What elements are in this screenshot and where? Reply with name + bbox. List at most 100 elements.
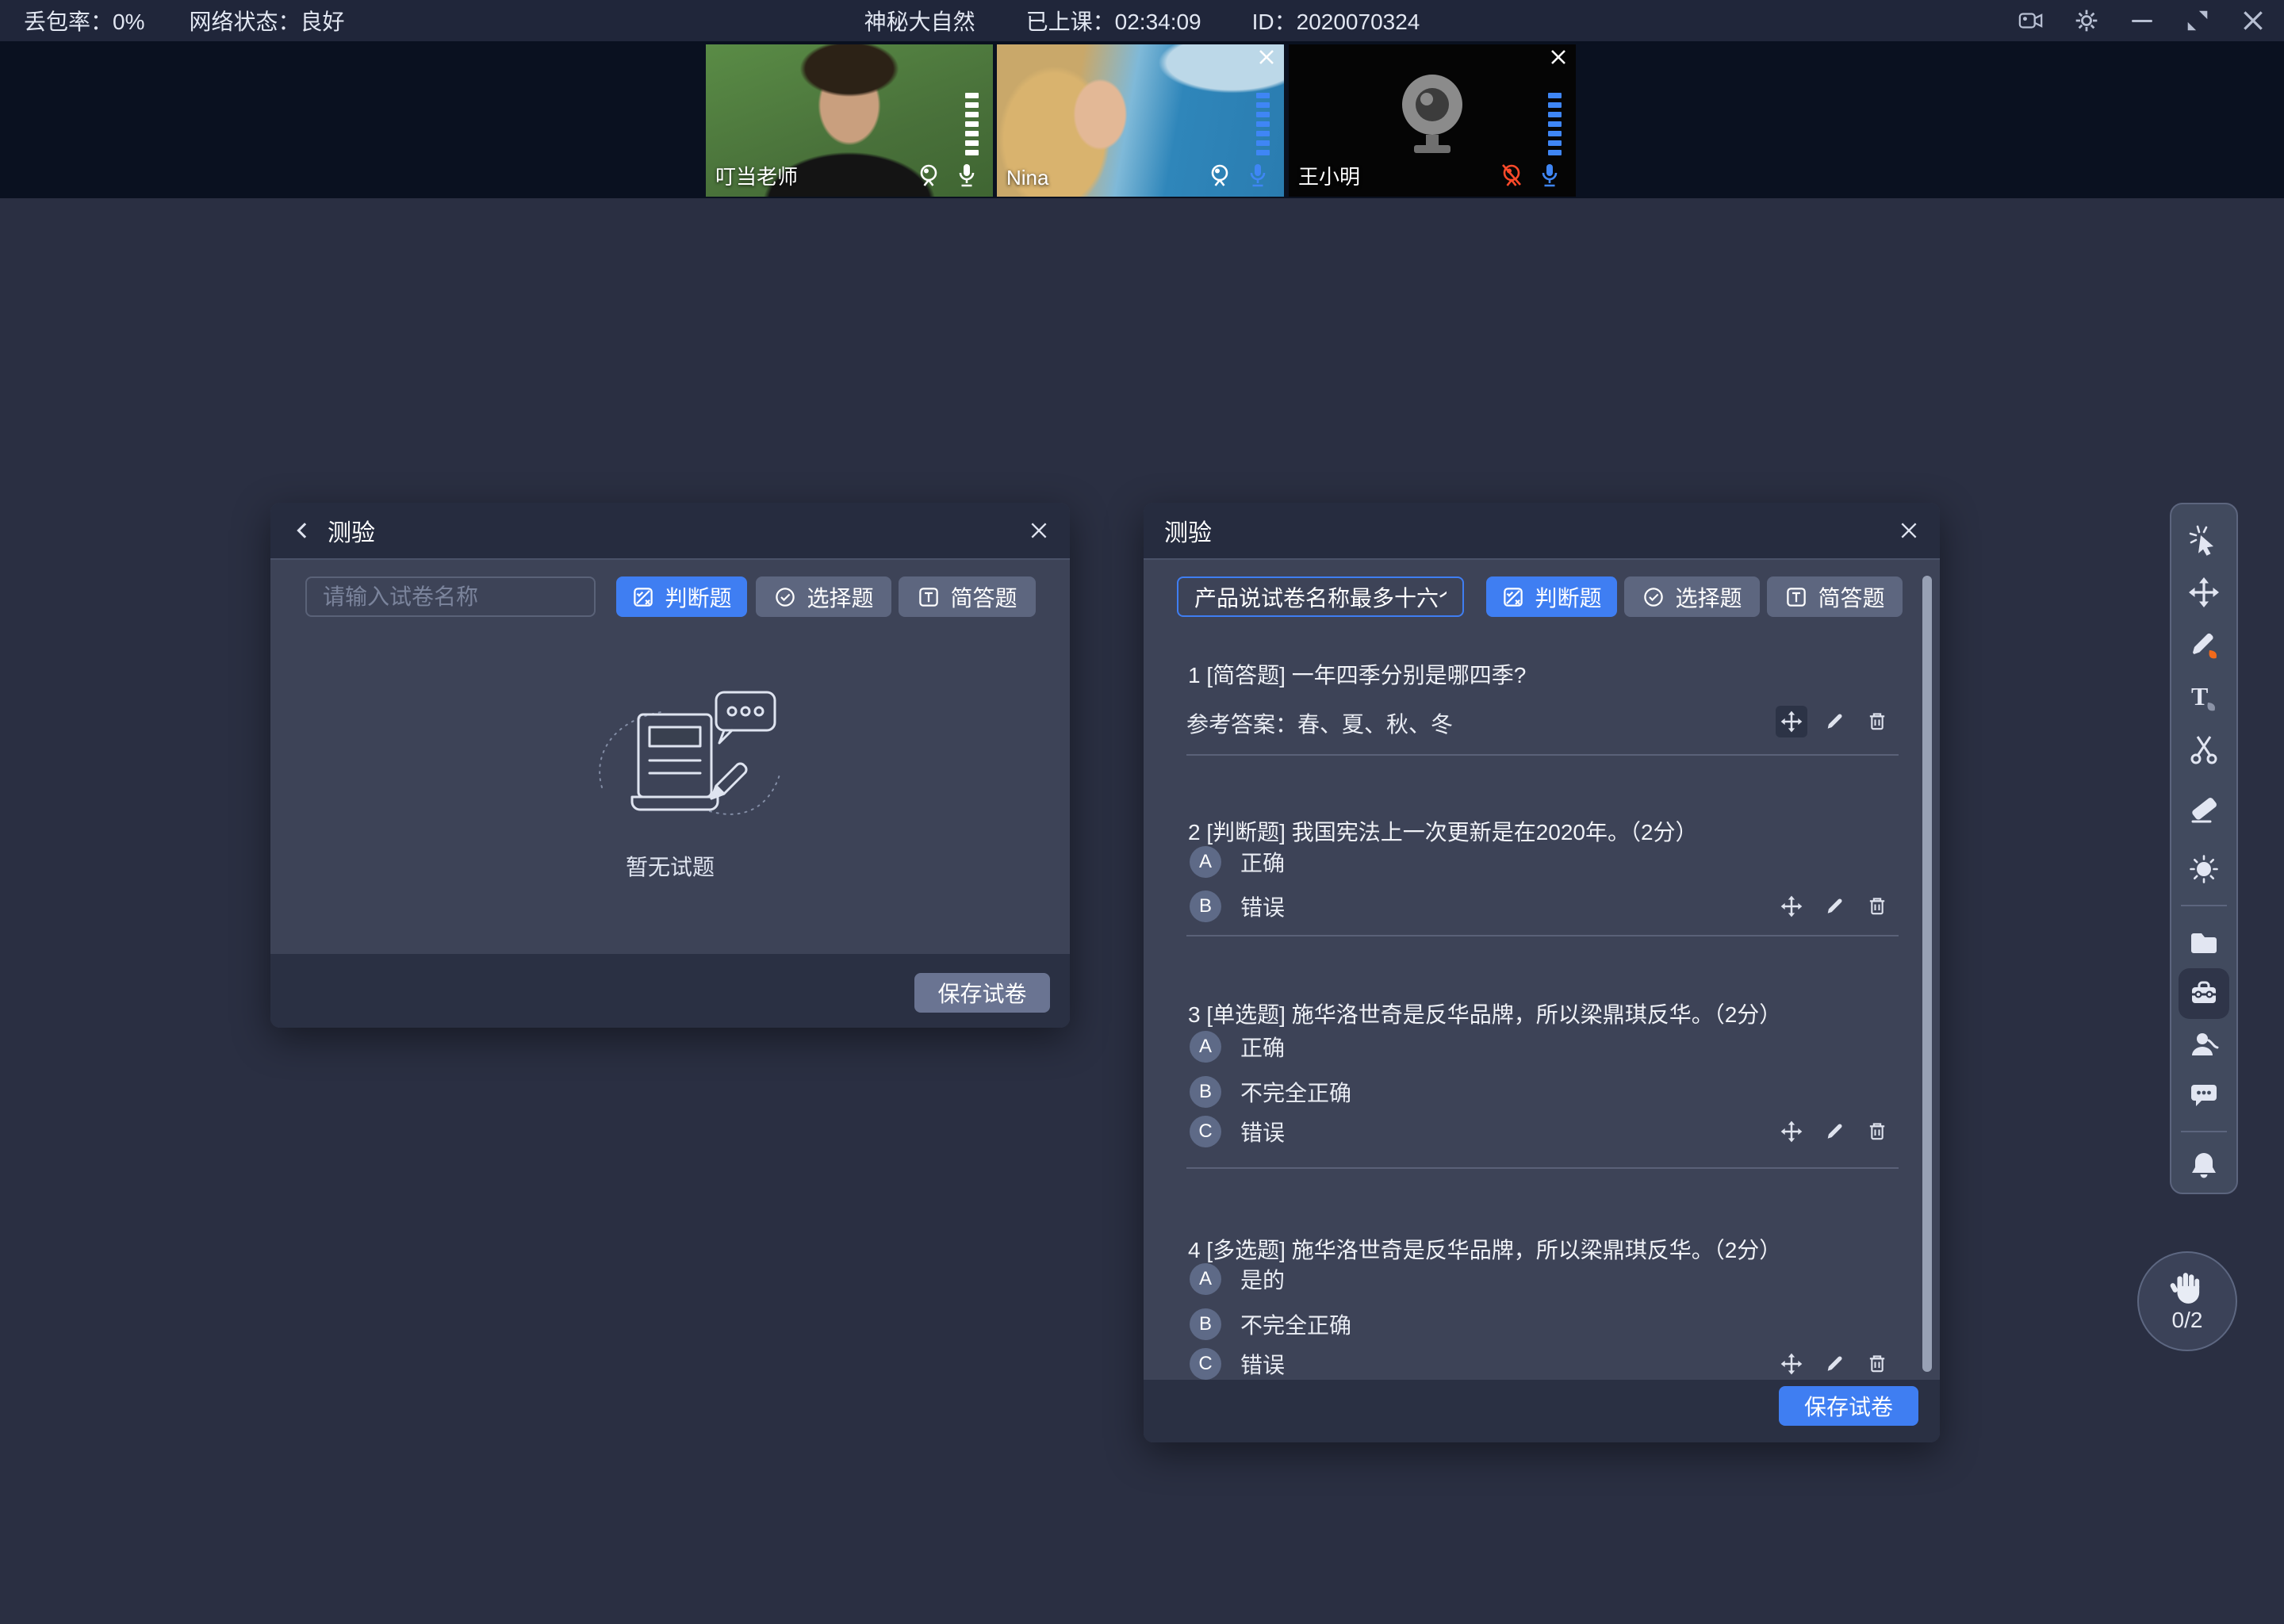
edit-question-icon[interactable] [1818,891,1850,922]
edit-question-icon[interactable] [1818,706,1850,737]
close-window-icon[interactable] [2240,7,2267,34]
courseware-folder-icon[interactable] [2184,924,2224,963]
option-row: B 不完全正确 [1190,1076,1351,1108]
option-text: 不完全正确 [1240,1313,1352,1338]
move-tool-icon[interactable] [2184,573,2224,612]
video-strip: 叮当老师 Nina 王小明 [0,41,2284,198]
option-text: 错误 [1240,1120,1286,1145]
quiz-name-input[interactable] [1177,576,1464,617]
question-title: 4 [多选题] 施华洛世奇是反华品牌，所以梁鼎琪反华。（2分） [1188,1238,1782,1262]
option-badge: B [1190,1076,1221,1108]
option-text: 错误 [1240,1353,1286,1377]
option-badge: A [1190,846,1221,878]
close-icon[interactable] [1895,517,1922,544]
back-icon[interactable] [291,519,315,542]
option-badge: B [1190,891,1221,922]
button-label: 判断题 [1535,585,1602,611]
close-video-icon[interactable] [1549,48,1568,71]
dialog-footer: 保存试卷 [1144,1380,1940,1442]
option-badge: B [1190,1308,1221,1340]
question-actions [1776,891,1893,922]
question-title: 2 [判断题] 我国宪法上一次更新是在2020年。（2分） [1188,820,1698,845]
option-text: 错误 [1240,895,1286,920]
brightness-tool-icon[interactable] [2184,849,2224,889]
dialog-footer: 保存试卷 [270,954,1070,1028]
dialog-title: 测验 [328,520,375,546]
move-question-icon[interactable] [1776,891,1807,922]
camera-on-icon[interactable] [1206,162,1233,189]
hand-raise-count: 0/2 [2171,1308,2203,1332]
move-question-icon[interactable] [1776,706,1807,737]
chat-icon[interactable] [2184,1075,2224,1115]
shortanswer-icon [919,587,939,607]
option-row: B 错误 [1190,891,1285,922]
move-question-icon[interactable] [1776,1116,1807,1147]
dialog-title: 测验 [1164,520,1212,546]
notifications-bell-icon[interactable] [2184,1146,2224,1185]
edit-question-icon[interactable] [1818,1348,1850,1380]
question-divider [1186,935,1899,936]
toolbar-divider [2181,905,2227,906]
packet-loss-label: 丢包率：0% [24,10,145,34]
network-status-label: 网络状态：良好 [189,10,345,34]
settings-gear-icon[interactable] [2073,7,2100,34]
option-row: A 正确 [1190,846,1285,878]
button-label: 选择题 [807,585,874,611]
question-divider [1186,1167,1899,1169]
close-video-icon[interactable] [1257,48,1276,71]
restore-window-icon[interactable] [2184,7,2211,34]
minimize-icon[interactable] [2129,7,2156,34]
scissors-tool-icon[interactable] [2184,730,2224,769]
volume-level-bars [1548,93,1562,155]
volume-level-bars [1256,93,1270,155]
add-truefalse-button[interactable]: 判断题 [616,576,747,617]
video-tile-wangxiaoming: 王小明 [1289,44,1576,197]
question-title: 1 [简答题] 一年四季分别是哪四季? [1188,663,1527,688]
mic-on-icon[interactable] [953,162,980,189]
dialog-header: 测验 [270,503,1070,560]
save-quiz-button[interactable]: 保存试卷 [914,973,1050,1013]
text-tool-icon[interactable]: T [2184,677,2224,717]
save-quiz-button[interactable]: 保存试卷 [1779,1386,1918,1426]
quiz-dialog-empty: 测验 判断题 选择题 [270,503,1070,1028]
mic-on-icon[interactable] [1536,162,1563,189]
delete-question-icon[interactable] [1861,891,1893,922]
choice-icon [1644,587,1664,607]
question-title: 3 [单选题] 施华洛世奇是反华品牌，所以梁鼎琪反华。（2分） [1188,1002,1782,1027]
option-row: C 错误 [1190,1348,1285,1380]
eraser-tool-icon[interactable] [2184,790,2224,829]
option-row: A 正确 [1190,1031,1285,1063]
close-icon[interactable] [1025,517,1052,544]
scrollbar-thumb[interactable] [1922,576,1932,1372]
question-answer: 参考答案：春、夏、秋、冬 [1186,712,1454,737]
hand-icon [2170,1273,2200,1304]
delete-question-icon[interactable] [1861,1116,1893,1147]
option-text: 不完全正确 [1240,1081,1352,1105]
move-question-icon[interactable] [1776,1348,1807,1380]
add-shortanswer-button[interactable]: 简答题 [899,576,1036,617]
add-shortanswer-button[interactable]: 简答题 [1767,576,1903,617]
dialog-header: 测验 [1144,503,1940,560]
quiz-name-input[interactable] [305,576,596,617]
network-stats: 丢包率：0% 网络状态：良好 [24,0,345,41]
camera-off-icon[interactable] [1498,162,1525,189]
delete-question-icon[interactable] [1861,706,1893,737]
add-choice-button[interactable]: 选择题 [756,576,891,617]
delete-question-icon[interactable] [1861,1348,1893,1380]
laser-pointer-icon[interactable] [2184,520,2224,560]
video-tile-teacher: 叮当老师 [706,44,993,197]
add-truefalse-button[interactable]: 判断题 [1486,576,1617,617]
add-choice-button[interactable]: 选择题 [1624,576,1760,617]
participants-icon[interactable] [2184,1025,2224,1065]
toolbox-icon[interactable] [2184,974,2224,1013]
truefalse-icon [634,587,653,607]
room-title: 神秘大自然 [864,10,975,34]
raise-hand-button[interactable]: 0/2 [2137,1251,2237,1351]
edit-question-icon[interactable] [1818,1116,1850,1147]
record-camera-icon[interactable] [2018,7,2044,34]
camera-on-icon[interactable] [915,162,942,189]
question-actions [1776,1116,1893,1147]
session-info: 神秘大自然 已上课：02:34:09 ID：2020070324 [864,0,1420,41]
mic-on-icon[interactable] [1244,162,1271,189]
pen-tool-icon[interactable] [2184,625,2224,665]
